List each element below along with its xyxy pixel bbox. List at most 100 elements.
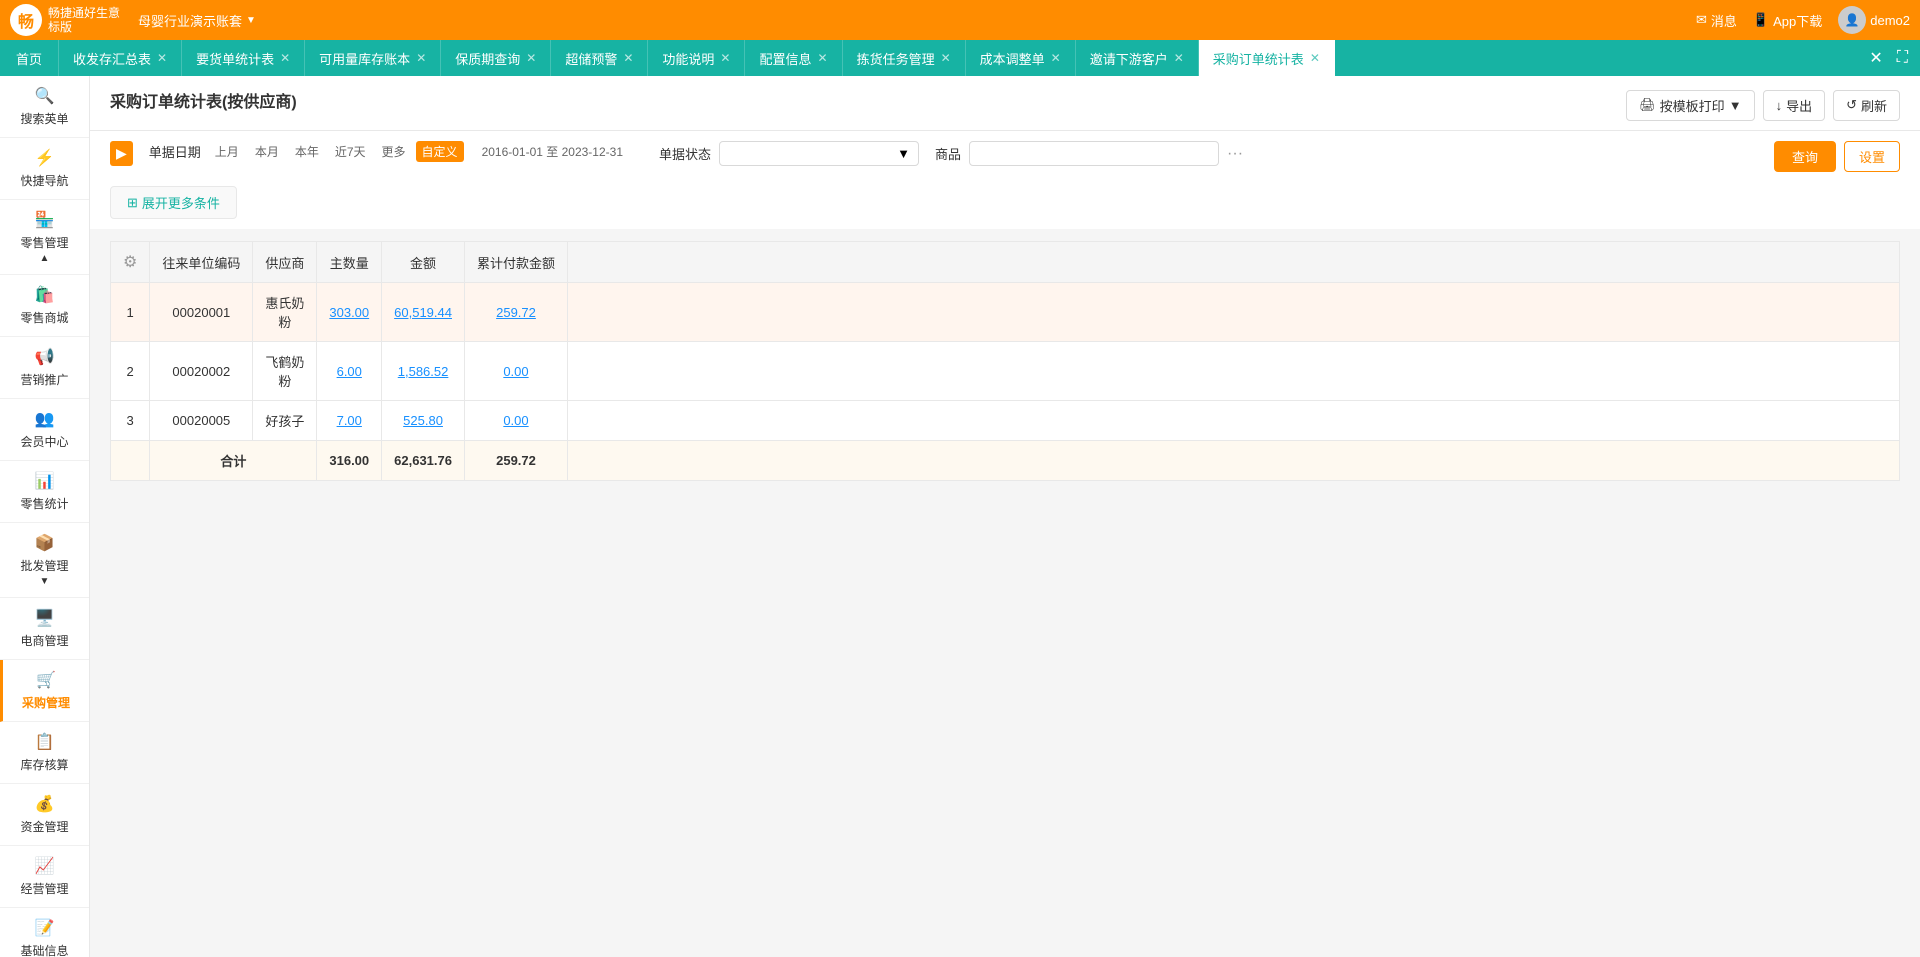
row-extra <box>568 283 1900 342</box>
table-settings-icon[interactable]: ⚙ <box>123 254 137 271</box>
sum-paid: 259.72 <box>464 441 567 481</box>
tab-maximize-btn[interactable]: ⛶ <box>1891 45 1914 71</box>
sidebar: 🔍 搜索英单 ⚡ 快捷导航 🏪 零售管理 ▲ 🛍️ 零售商城 📢 营销推广 👥 … <box>0 76 90 957</box>
summary-row: 合计 316.00 62,631.76 259.72 <box>111 441 1900 481</box>
tab-close-icon[interactable]: ✕ <box>818 51 828 65</box>
ops-icon: 📈 <box>35 856 55 876</box>
sidebar-item-retail-store[interactable]: 🛍️ 零售商城 <box>0 275 89 337</box>
refresh-btn[interactable]: ↺ 刷新 <box>1833 90 1900 121</box>
sidebar-item-inventory[interactable]: 📋 库存核算 <box>0 722 89 784</box>
account-dropdown[interactable]: 母婴行业演示账套 ▼ <box>138 11 256 30</box>
sidebar-item-retail-stats[interactable]: 📊 零售统计 <box>0 461 89 523</box>
row-code: 00020001 <box>150 283 253 342</box>
export-btn[interactable]: ↓ 导出 <box>1763 90 1826 121</box>
tab-overstock-warning[interactable]: 超储预警 ✕ <box>551 40 648 76</box>
filter-expand-toggle[interactable]: ▶ <box>110 141 133 166</box>
sidebar-item-retail-manage[interactable]: 🏪 零售管理 ▲ <box>0 200 89 275</box>
print-icon: 🖨 <box>1639 97 1656 113</box>
tab-purchase-stats[interactable]: 采购订单统计表 ✕ <box>1199 40 1335 76</box>
row-supplier: 惠氏奶粉 <box>253 283 317 342</box>
date-custom-badge[interactable]: 自定义 <box>416 141 464 162</box>
tab-goods-stats[interactable]: 要货单统计表 ✕ <box>182 40 305 76</box>
wholesale-arrow-icon: ▼ <box>40 576 50 587</box>
date-this-year-btn[interactable]: 本年 <box>289 141 325 162</box>
print-btn[interactable]: 🖨 按模板打印 ▼ <box>1626 90 1754 121</box>
filter-actions: 查询 设置 <box>1774 141 1900 172</box>
row-supplier: 飞鹤奶粉 <box>253 342 317 401</box>
message-btn[interactable]: ✉ 消息 <box>1696 11 1737 30</box>
tab-warranty-query[interactable]: 保质期查询 ✕ <box>441 40 551 76</box>
filter-group-date: 单据日期 上月 本月 本年 近7天 更多 自定义 <box>149 141 464 162</box>
tab-home[interactable]: 首页 <box>0 40 59 76</box>
finance-icon: 💰 <box>35 794 55 814</box>
paid-link[interactable]: 0.00 <box>503 413 528 428</box>
amount-link[interactable]: 1,586.52 <box>398 364 449 379</box>
tab-receive-summary[interactable]: 收发存汇总表 ✕ <box>59 40 182 76</box>
tab-close-all-btn[interactable]: ✕ <box>1863 44 1888 72</box>
sidebar-item-marketing[interactable]: 📢 营销推广 <box>0 337 89 399</box>
tab-close-icon[interactable]: ✕ <box>1310 51 1320 65</box>
row-qty: 7.00 <box>317 401 382 441</box>
date-shortcuts: 上月 本月 本年 近7天 更多 自定义 <box>209 141 464 162</box>
tab-close-icon[interactable]: ✕ <box>157 51 167 65</box>
user-btn[interactable]: 👤 demo2 <box>1838 6 1910 34</box>
ecommerce-icon: 🖥️ <box>35 608 55 628</box>
expand-more-row: ⊞ 展开更多条件 <box>110 180 1900 219</box>
tab-close-icon[interactable]: ✕ <box>623 51 633 65</box>
app-download-btn[interactable]: 📱 App下载 <box>1753 11 1822 30</box>
tab-func-desc[interactable]: 功能说明 ✕ <box>648 40 745 76</box>
sidebar-item-finance[interactable]: 💰 资金管理 <box>0 784 89 846</box>
tab-cost-adjust[interactable]: 成本调整单 ✕ <box>966 40 1076 76</box>
date-this-month-btn[interactable]: 本月 <box>249 141 285 162</box>
tab-pick-task[interactable]: 拣货任务管理 ✕ <box>843 40 966 76</box>
sidebar-item-ops[interactable]: 📈 经营管理 <box>0 846 89 908</box>
status-select[interactable]: ▼ <box>719 141 919 166</box>
sidebar-item-search[interactable]: 🔍 搜索英单 <box>0 76 89 138</box>
row-code: 00020005 <box>150 401 253 441</box>
dropdown-arrow-icon: ▼ <box>246 15 256 26</box>
amount-link[interactable]: 60,519.44 <box>394 305 452 320</box>
tab-close-icon[interactable]: ✕ <box>526 51 536 65</box>
sidebar-item-purchase[interactable]: 🛒 采购管理 <box>0 660 89 722</box>
purchase-icon: 🛒 <box>36 670 56 690</box>
query-btn[interactable]: 查询 <box>1774 141 1836 172</box>
page-header-row: 采购订单统计表(按供应商) 🖨 按模板打印 ▼ ↓ 导出 ↺ 刷新 <box>110 88 1900 122</box>
tab-invite-customer[interactable]: 邀请下游客户 ✕ <box>1076 40 1199 76</box>
expand-more-btn[interactable]: ⊞ 展开更多条件 <box>110 186 237 219</box>
goods-more-icon[interactable]: ··· <box>1227 145 1243 163</box>
qty-link[interactable]: 7.00 <box>337 413 362 428</box>
tab-available-stock[interactable]: 可用量库存账本 ✕ <box>305 40 441 76</box>
sidebar-item-wholesale[interactable]: 📦 批发管理 ▼ <box>0 523 89 598</box>
sum-qty: 316.00 <box>317 441 382 481</box>
data-table: ⚙ 往来单位编码 供应商 主数量 金额 累计付款金额 1 00020001 <box>110 241 1900 481</box>
sidebar-item-ecommerce[interactable]: 🖥️ 电商管理 <box>0 598 89 660</box>
date-last-month-btn[interactable]: 上月 <box>209 141 245 162</box>
date-range-text: 2016-01-01 至 2023-12-31 <box>482 143 623 160</box>
paid-link[interactable]: 0.00 <box>503 364 528 379</box>
sidebar-item-quick-nav[interactable]: ⚡ 快捷导航 <box>0 138 89 200</box>
tab-close-icon[interactable]: ✕ <box>280 51 290 65</box>
tab-close-icon[interactable]: ✕ <box>1051 51 1061 65</box>
retail-stats-icon: 📊 <box>35 471 55 491</box>
top-bar-right: ✉ 消息 📱 App下载 👤 demo2 <box>1696 6 1910 34</box>
tab-close-icon[interactable]: ✕ <box>720 51 730 65</box>
paid-link[interactable]: 259.72 <box>496 305 536 320</box>
tab-close-icon[interactable]: ✕ <box>1174 51 1184 65</box>
qty-link[interactable]: 6.00 <box>337 364 362 379</box>
col-qty: 主数量 <box>317 242 382 283</box>
row-amount: 60,519.44 <box>382 283 465 342</box>
amount-link[interactable]: 525.80 <box>403 413 443 428</box>
tab-config-info[interactable]: 配置信息 ✕ <box>745 40 842 76</box>
tabs-actions: ✕ ⛶ <box>1863 44 1920 72</box>
tab-close-icon[interactable]: ✕ <box>416 51 426 65</box>
sidebar-item-basic-info[interactable]: 📝 基础信息 <box>0 908 89 957</box>
date-last-7days-btn[interactable]: 近7天 <box>329 141 372 162</box>
goods-input[interactable] <box>969 141 1219 166</box>
tab-close-icon[interactable]: ✕ <box>941 51 951 65</box>
qty-link[interactable]: 303.00 <box>329 305 369 320</box>
date-more-btn[interactable]: 更多 <box>376 141 412 162</box>
col-settings: ⚙ <box>111 242 150 283</box>
sidebar-item-member[interactable]: 👥 会员中心 <box>0 399 89 461</box>
setting-btn[interactable]: 设置 <box>1844 141 1900 172</box>
table-row: 1 00020001 惠氏奶粉 303.00 60,519.44 259.72 <box>111 283 1900 342</box>
